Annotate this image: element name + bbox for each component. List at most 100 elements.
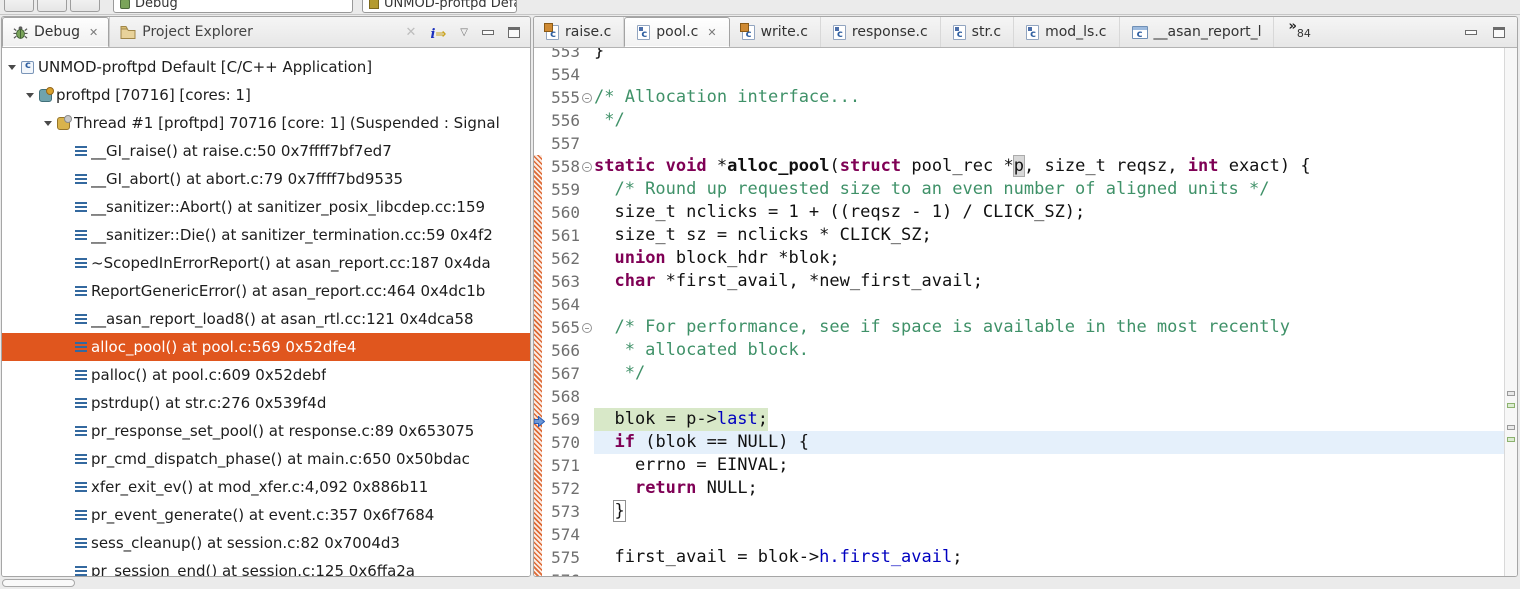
stack-frame-row[interactable]: pr_response_set_pool() at response.c:89 … [2, 417, 530, 445]
code-text[interactable]: /* Allocation interface... [594, 86, 1504, 109]
code-text[interactable] [594, 293, 1504, 316]
toolbar-button[interactable] [4, 0, 34, 12]
overview-mark[interactable] [1507, 425, 1515, 430]
view-menu-icon[interactable]: ▽ [460, 27, 468, 38]
stack-frame-row[interactable]: xfer_exit_ev() at mod_xfer.c:4,092 0x886… [2, 473, 530, 501]
fold-collapse-icon[interactable] [582, 92, 592, 103]
code-text[interactable]: /* Round up requested size to an even nu… [594, 178, 1504, 201]
stack-frame-row[interactable]: ReportGenericError() at asan_report.cc:4… [2, 277, 530, 305]
code-text[interactable]: return NULL; [594, 477, 1504, 500]
stack-frame-row[interactable]: sess_cleanup() at session.c:82 0x7004d3 [2, 529, 530, 557]
code-text[interactable]: char *first_avail, *new_first_avail; [594, 270, 1504, 293]
expand-arrow-icon[interactable] [26, 92, 39, 98]
stack-frame-row[interactable]: pr_cmd_dispatch_phase() at main.c:650 0x… [2, 445, 530, 473]
gutter[interactable]: 567 [534, 362, 594, 385]
overview-ruler[interactable] [1504, 48, 1517, 576]
toolbar-button[interactable] [37, 0, 67, 12]
code-text[interactable]: union block_hdr *blok; [594, 247, 1504, 270]
gutter[interactable]: 568 [534, 385, 594, 408]
overview-mark[interactable] [1507, 437, 1515, 442]
launch-config-combo[interactable]: UNMOD-proftpd Default ▾ [362, 0, 517, 13]
code-text[interactable]: static void *alloc_pool(struct pool_rec … [594, 155, 1504, 178]
gutter[interactable]: 572 [534, 477, 594, 500]
code-text[interactable]: /* For performance, see if space is avai… [594, 316, 1504, 339]
stack-frame-row[interactable]: ~ScopedInErrorReport() at asan_report.cc… [2, 249, 530, 277]
code-text[interactable] [594, 63, 1504, 86]
gutter[interactable]: 574 [534, 523, 594, 546]
code-text[interactable]: first_avail = blok->h.first_avail; [594, 546, 1504, 569]
instruction-stepping-icon[interactable]: i⇒ [430, 23, 446, 42]
gutter[interactable]: 561 [534, 224, 594, 247]
code-text[interactable]: if (blok == NULL) { [594, 431, 1504, 454]
maximize-icon[interactable] [1493, 26, 1505, 38]
gutter[interactable]: 576 [534, 569, 594, 576]
close-icon[interactable]: ✕ [707, 26, 716, 39]
gutter[interactable]: 555 [534, 86, 594, 109]
gutter[interactable]: 559 [534, 178, 594, 201]
code-text[interactable]: */ [594, 109, 1504, 132]
launch-row[interactable]: UNMOD-proftpd Default [C/C++ Application… [2, 53, 530, 81]
perspective-combo[interactable]: Debug [113, 0, 353, 13]
thread-row[interactable]: Thread #1 [proftpd] 70716 [core: 1] (Sus… [2, 109, 530, 137]
editor-tab-write-c[interactable]: write.c [730, 17, 821, 47]
editor-tab-str-c[interactable]: str.c [941, 17, 1015, 47]
overview-mark[interactable] [1507, 391, 1515, 396]
process-row[interactable]: proftpd [70716] [cores: 1] [2, 81, 530, 109]
gutter[interactable]: 565 [534, 316, 594, 339]
editor-tab-response-c[interactable]: response.c [821, 17, 941, 47]
editor-tab-mod-ls-c[interactable]: mod_ls.c [1014, 17, 1120, 47]
editor-tab-raise-c[interactable]: raise.c [534, 17, 625, 47]
code-text[interactable]: } [594, 48, 1504, 63]
stack-frame-row[interactable]: alloc_pool() at pool.c:569 0x52dfe4 [2, 333, 530, 361]
editor-tab-pool-c[interactable]: pool.c ✕ [624, 17, 730, 47]
horizontal-scrollbar[interactable] [2, 579, 75, 587]
gutter[interactable]: 575 [534, 546, 594, 569]
expand-arrow-icon[interactable] [44, 120, 57, 126]
gutter[interactable]: 560 [534, 201, 594, 224]
close-icon[interactable]: ✕ [89, 26, 98, 39]
tab-project-explorer[interactable]: Project Explorer [109, 17, 263, 47]
gutter[interactable]: 557 [534, 132, 594, 155]
code-text[interactable]: * allocated block. [594, 339, 1504, 362]
editor-tab-overflow[interactable]: » 84 [1274, 17, 1310, 47]
editor-tab-asan-report-l[interactable]: __asan_report_l [1120, 17, 1275, 47]
gutter[interactable]: 566 [534, 339, 594, 362]
code-text[interactable] [594, 132, 1504, 155]
toolbar-button[interactable] [70, 0, 100, 12]
code-text[interactable]: size_t sz = nclicks * CLICK_SZ; [594, 224, 1504, 247]
code-text[interactable]: blok = p->last; [594, 408, 1504, 431]
stack-frame-row[interactable]: __GI_abort() at abort.c:79 0x7ffff7bd953… [2, 165, 530, 193]
stack-frame-row[interactable]: pr_event_generate() at event.c:357 0x6f7… [2, 501, 530, 529]
stack-frame-row[interactable]: palloc() at pool.c:609 0x52debf [2, 361, 530, 389]
stack-frame-row[interactable]: __sanitizer::Die() at sanitizer_terminat… [2, 221, 530, 249]
code-text[interactable]: */ [594, 362, 1504, 385]
gutter[interactable]: 562 [534, 247, 594, 270]
stack-frame-row[interactable]: __GI_raise() at raise.c:50 0x7ffff7bf7ed… [2, 137, 530, 165]
code-text[interactable] [594, 523, 1504, 546]
minimize-icon[interactable] [482, 29, 494, 35]
gutter[interactable]: 573 [534, 500, 594, 523]
remove-all-terminated-icon[interactable]: ✕ [406, 25, 417, 40]
gutter[interactable]: 558 [534, 155, 594, 178]
gutter[interactable]: 563 [534, 270, 594, 293]
code-text[interactable] [594, 569, 1504, 576]
stack-frame-row[interactable]: pr_session_end() at session.c:125 0x6ffa… [2, 557, 530, 576]
fold-collapse-icon[interactable] [582, 161, 592, 172]
gutter[interactable]: 554 [534, 63, 594, 86]
expand-arrow-icon[interactable] [8, 64, 21, 70]
stack-frame-row[interactable]: __sanitizer::Abort() at sanitizer_posix_… [2, 193, 530, 221]
code-text[interactable]: errno = EINVAL; [594, 454, 1504, 477]
tab-debug[interactable]: Debug ✕ [2, 17, 110, 47]
gutter[interactable]: 553 [534, 48, 594, 63]
code-text[interactable] [594, 385, 1504, 408]
gutter[interactable]: 564 [534, 293, 594, 316]
gutter[interactable]: 556 [534, 109, 594, 132]
overview-mark[interactable] [1507, 403, 1515, 408]
fold-collapse-icon[interactable] [582, 322, 592, 333]
code-text[interactable]: size_t nclicks = 1 + ((reqsz - 1) / CLIC… [594, 201, 1504, 224]
minimize-icon[interactable] [1465, 29, 1477, 35]
code-text[interactable]: } [594, 500, 1504, 523]
gutter[interactable]: 570 [534, 431, 594, 454]
maximize-icon[interactable] [508, 26, 520, 38]
stack-frame-row[interactable]: pstrdup() at str.c:276 0x539f4d [2, 389, 530, 417]
